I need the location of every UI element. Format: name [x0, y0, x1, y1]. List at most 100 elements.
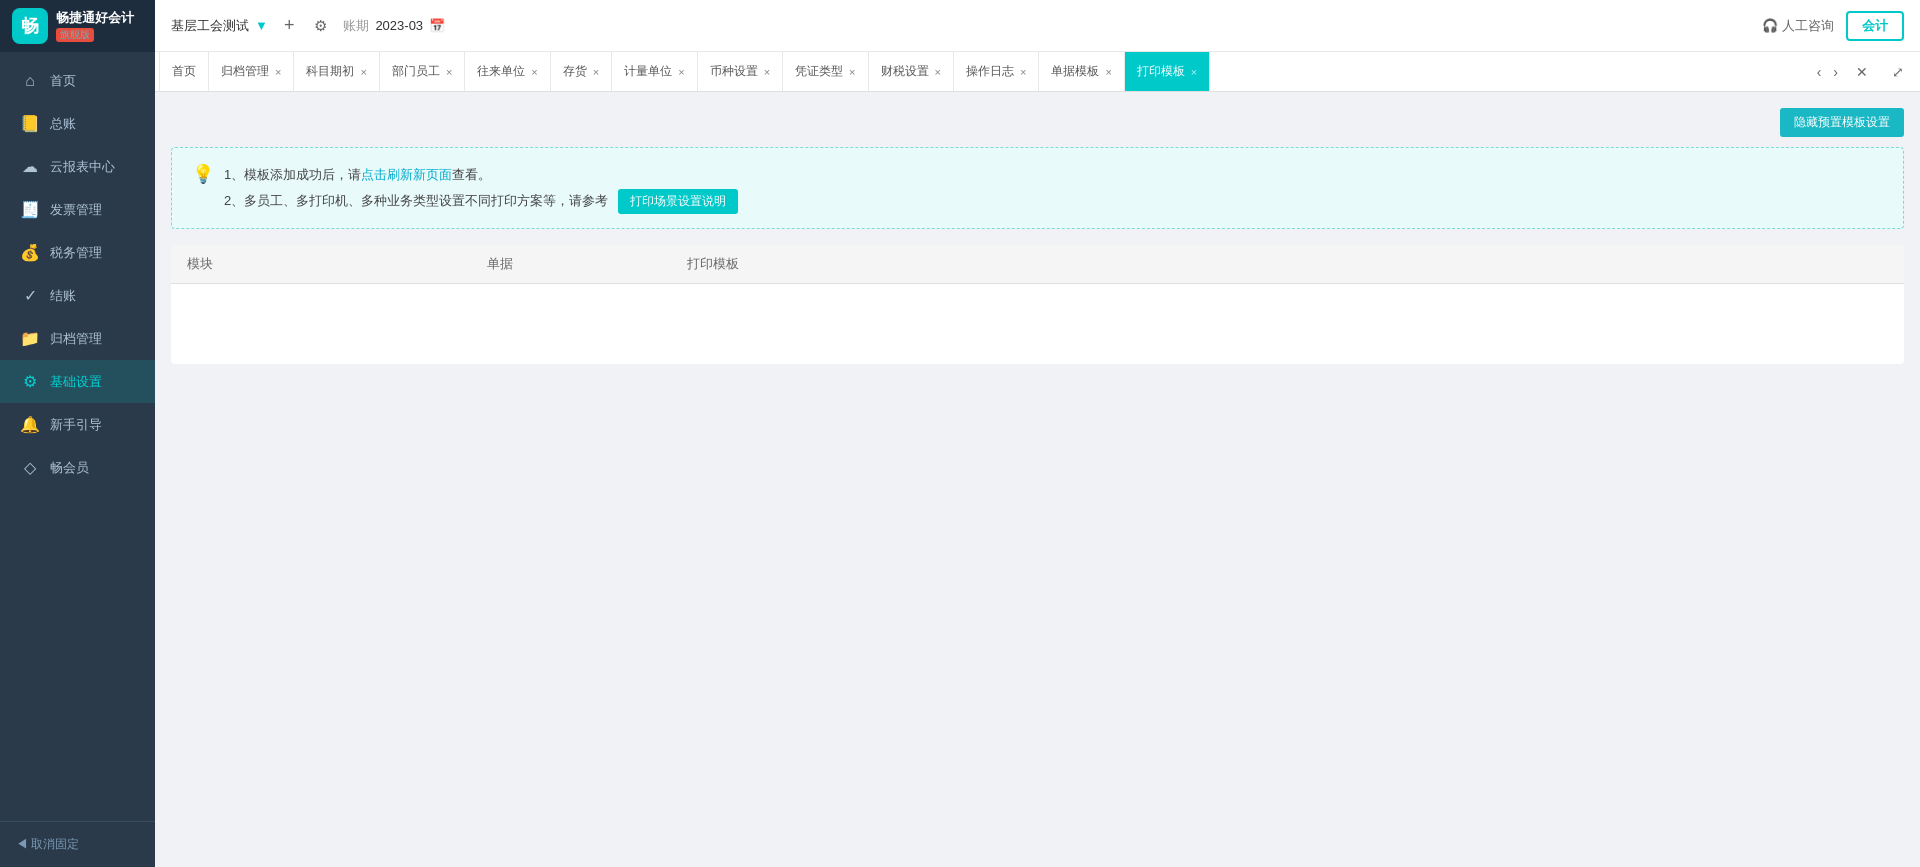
tab-operation-log[interactable]: 操作日志 × [954, 52, 1039, 92]
tab-close-tax-settings[interactable]: × [935, 66, 941, 78]
nav-icon-general-ledger: 📒 [20, 114, 40, 133]
period-value: 2023-03 [375, 18, 423, 33]
dropdown-icon: ▼ [255, 18, 268, 33]
nav-icon-new-guide: 🔔 [20, 415, 40, 434]
tab-dept-staff[interactable]: 部门员工 × [380, 52, 465, 92]
nav-label-tax-mgmt: 税务管理 [50, 244, 102, 262]
tab-close-single-form[interactable]: × [1105, 66, 1111, 78]
tab-bar: 首页归档管理×科目期初×部门员工×往来单位×存货×计量单位×币种设置×凭证类型×… [155, 52, 1920, 92]
hide-template-btn-container: 隐藏预置模板设置 [171, 108, 1904, 137]
tab-label-single-form: 单据模板 [1051, 63, 1099, 80]
nav-label-new-guide: 新手引导 [50, 416, 102, 434]
tab-close-voucher-type[interactable]: × [849, 66, 855, 78]
tab-expand-button[interactable]: ⤢ [1880, 52, 1916, 92]
tab-actions: ‹ › ✕ ⤢ [1811, 52, 1916, 92]
sidebar-item-home[interactable]: ⌂ 首页 [0, 60, 155, 102]
tab-counterpart[interactable]: 往来单位× [465, 52, 550, 92]
sidebar-item-member[interactable]: ◇ 畅会员 [0, 446, 155, 489]
tab-label-dept-staff: 部门员工 [392, 63, 440, 80]
logo-badge: 旗舰版 [56, 28, 94, 42]
info-line2: 2、多员工、多打印机、多种业务类型设置不同打印方案等，请参考 打印场景设置说明 [224, 188, 738, 214]
tab-label-currency: 币种设置 [710, 63, 758, 80]
tab-next-button[interactable]: › [1827, 52, 1844, 92]
tab-close-archive-mgmt[interactable]: × [275, 66, 281, 78]
hide-template-button[interactable]: 隐藏预置模板设置 [1780, 108, 1904, 137]
sidebar-nav: ⌂ 首页 📒 总账 ☁ 云报表中心 🧾 发票管理 💰 税务管理 ✓ 结账 📁 归… [0, 52, 155, 821]
sidebar-item-new-guide[interactable]: 🔔 新手引导 [0, 403, 155, 446]
tab-close-subject-init[interactable]: × [360, 66, 366, 78]
calendar-icon[interactable]: 📅 [429, 18, 445, 33]
col-print: 打印模板 [671, 255, 1904, 273]
accountant-button[interactable]: 会计 [1846, 11, 1904, 41]
tab-close-inventory[interactable]: × [593, 66, 599, 78]
table-header: 模块 单据 打印模板 [171, 245, 1904, 284]
company-name: 基层工会测试 [171, 17, 249, 35]
print-scene-button[interactable]: 打印场景设置说明 [618, 189, 738, 214]
tab-tax-settings[interactable]: 财税设置 × [869, 52, 954, 92]
refresh-link[interactable]: 点击刷新新页面 [361, 167, 452, 182]
sidebar-item-cloud-reports[interactable]: ☁ 云报表中心 [0, 145, 155, 188]
tab-prev-button[interactable]: ‹ [1811, 52, 1828, 92]
nav-label-home: 首页 [50, 72, 76, 90]
nav-label-invoice-mgmt: 发票管理 [50, 201, 102, 219]
sidebar-item-tax-mgmt[interactable]: 💰 税务管理 [0, 231, 155, 274]
info-text: 1、模板添加成功后，请点击刷新新页面查看。 2、多员工、多打印机、多种业务类型设… [224, 162, 738, 214]
tab-close-unit-measure[interactable]: × [678, 66, 684, 78]
tab-voucher-type[interactable]: 凭证类型 × [783, 52, 868, 92]
tab-inventory[interactable]: 存货 × [551, 52, 612, 92]
tab-close-all-button[interactable]: ✕ [1844, 52, 1880, 92]
tab-home[interactable]: 首页 [159, 52, 209, 92]
tab-label-subject-init: 科目期初 [306, 63, 354, 80]
logo-title: 畅捷通好会计 [56, 10, 134, 26]
headset-icon: 🎧 [1762, 18, 1778, 33]
sidebar-unpin-button[interactable]: ◀ 取消固定 [0, 821, 155, 867]
print-template-table: 模块 单据 打印模板 [171, 245, 1904, 364]
nav-icon-settlement: ✓ [20, 286, 40, 305]
tab-close-operation-log[interactable]: × [1020, 66, 1026, 78]
tab-close-currency[interactable]: × [764, 66, 770, 78]
settings-icon[interactable]: ⚙ [310, 17, 331, 35]
tab-label-voucher-type: 凭证类型 [795, 63, 843, 80]
logo-icon: 畅 [12, 8, 48, 44]
info-box: 💡 1、模板添加成功后，请点击刷新新页面查看。 2、多员工、多打印机、多种业务类… [171, 147, 1904, 229]
add-tab-button[interactable]: + [280, 15, 299, 36]
tab-close-dept-staff[interactable]: × [446, 66, 452, 78]
nav-icon-tax-mgmt: 💰 [20, 243, 40, 262]
sidebar-item-invoice-mgmt[interactable]: 🧾 发票管理 [0, 188, 155, 231]
sidebar-item-archive-mgmt[interactable]: 📁 归档管理 [0, 317, 155, 360]
nav-icon-home: ⌂ [20, 72, 40, 90]
top-header: 基层工会测试 ▼ + ⚙ 账期 2023-03 📅 🎧 人工咨询 会计 [155, 0, 1920, 52]
tab-currency[interactable]: 币种设置 × [698, 52, 783, 92]
service-label: 人工咨询 [1782, 17, 1834, 35]
col-module: 模块 [171, 255, 471, 273]
tab-subject-init[interactable]: 科目期初 × [294, 52, 379, 92]
sidebar-item-settlement[interactable]: ✓ 结账 [0, 274, 155, 317]
info-line1-prefix: 1、模板添加成功后，请 [224, 167, 361, 182]
nav-icon-invoice-mgmt: 🧾 [20, 200, 40, 219]
tab-label-print-template: 打印模板 [1137, 63, 1185, 80]
company-selector[interactable]: 基层工会测试 ▼ [171, 17, 268, 35]
tab-archive-mgmt[interactable]: 归档管理× [209, 52, 294, 92]
tab-label-tax-settings: 财税设置 [881, 63, 929, 80]
tab-unit-measure[interactable]: 计量单位× [612, 52, 697, 92]
tab-close-counterpart[interactable]: × [531, 66, 537, 78]
info-box-content: 💡 1、模板添加成功后，请点击刷新新页面查看。 2、多员工、多打印机、多种业务类… [192, 162, 1883, 214]
tab-label-inventory: 存货 [563, 63, 587, 80]
sidebar-item-general-ledger[interactable]: 📒 总账 [0, 102, 155, 145]
nav-label-member: 畅会员 [50, 459, 89, 477]
info-line1: 1、模板添加成功后，请点击刷新新页面查看。 [224, 162, 738, 188]
tab-single-form[interactable]: 单据模板 × [1039, 52, 1124, 92]
tab-print-template[interactable]: 打印模板 × [1125, 52, 1210, 92]
tab-close-print-template[interactable]: × [1191, 66, 1197, 78]
info-line1-suffix: 查看。 [452, 167, 491, 182]
logo-text: 畅捷通好会计 旗舰版 [56, 10, 134, 42]
info-line2-prefix: 2、多员工、多打印机、多种业务类型设置不同打印方案等，请参考 [224, 193, 608, 208]
tab-label-operation-log: 操作日志 [966, 63, 1014, 80]
nav-label-basic-settings: 基础设置 [50, 373, 102, 391]
customer-service-button[interactable]: 🎧 人工咨询 [1762, 17, 1834, 35]
main-area: 基层工会测试 ▼ + ⚙ 账期 2023-03 📅 🎧 人工咨询 会计 首页归档… [155, 0, 1920, 867]
col-single: 单据 [471, 255, 671, 273]
sidebar-item-basic-settings[interactable]: ⚙ 基础设置 [0, 360, 155, 403]
nav-label-settlement: 结账 [50, 287, 76, 305]
nav-icon-basic-settings: ⚙ [20, 372, 40, 391]
